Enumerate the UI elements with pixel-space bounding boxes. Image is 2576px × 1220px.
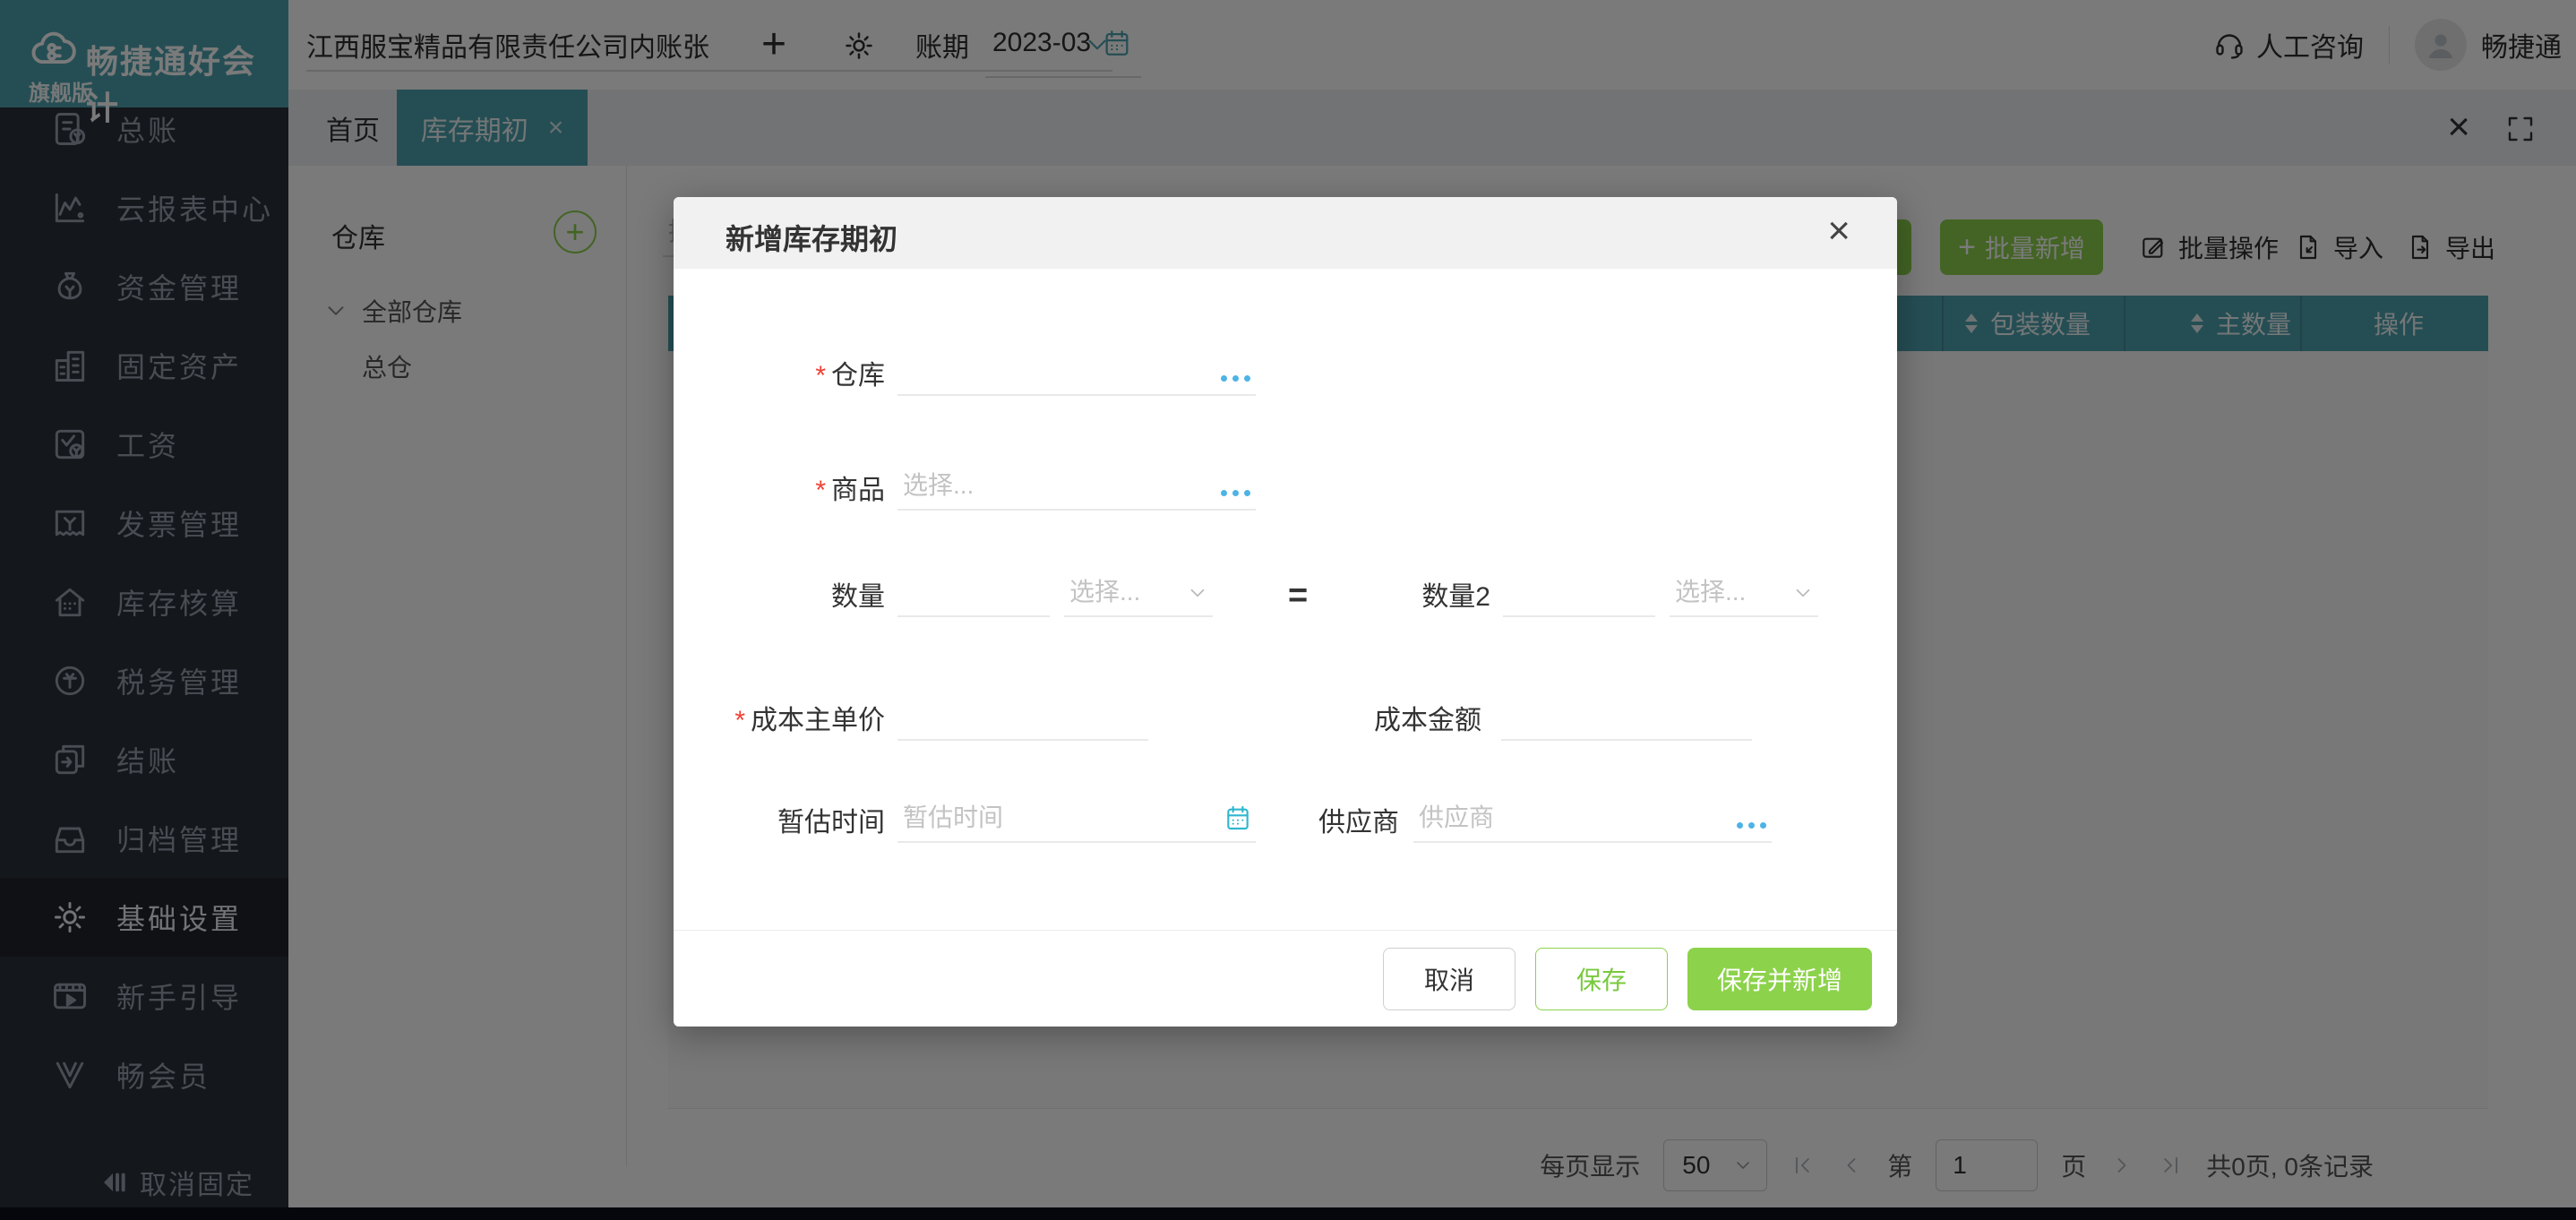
ellipsis-picker-icon[interactable] [1221, 375, 1250, 382]
save-button[interactable]: 保存 [1535, 947, 1668, 1010]
cost-price-field-label: * 成本主单价 [734, 706, 885, 735]
qty-input[interactable] [897, 572, 1050, 617]
cancel-button[interactable]: 取消 [1383, 947, 1516, 1010]
chevron-down-icon [1190, 589, 1205, 597]
est-time-placeholder: 暂估时间 [903, 803, 1004, 831]
modal-body: * 仓库 * 商品 选择... 数量 选择... = 数量2 选择... * 成… [674, 269, 1897, 930]
field-row-warehouse: * 仓库 [731, 348, 1861, 396]
calendar-icon[interactable] [1224, 803, 1252, 832]
cost-amount-field-label: 成本金额 [1374, 706, 1481, 735]
qty2-unit-placeholder: 选择... [1675, 578, 1747, 606]
required-asterisk: * [815, 361, 826, 391]
product-placeholder: 选择... [903, 471, 975, 499]
equals-sign: = [1288, 577, 1309, 614]
add-inventory-opening-modal: 新增库存期初 × * 仓库 * 商品 选择... 数量 选择... = 数量2 … [674, 197, 1897, 1027]
required-asterisk: * [734, 706, 745, 735]
qty2-input[interactable] [1503, 572, 1655, 617]
field-row-estimate: 暂估时间 暂估时间 供应商 供应商 [731, 795, 1861, 843]
warehouse-input[interactable] [897, 351, 1256, 396]
qty2-field-label: 数量2 [1421, 582, 1490, 612]
field-row-cost: * 成本主单价 成本金额 [731, 692, 1861, 741]
est-time-input[interactable]: 暂估时间 [897, 798, 1256, 843]
cost-price-input[interactable] [897, 696, 1148, 741]
modal-header: 新增库存期初 × [674, 197, 1897, 269]
chevron-down-icon [1796, 589, 1810, 597]
qty-field-label: 数量 [831, 582, 885, 612]
est-time-field-label: 暂估时间 [777, 808, 885, 838]
supplier-field-label: 供应商 [1318, 808, 1399, 838]
cost-amount-input[interactable] [1501, 696, 1752, 741]
qty2-unit-select[interactable]: 选择... [1670, 572, 1818, 617]
save-and-new-button[interactable]: 保存并新增 [1687, 947, 1872, 1010]
supplier-input[interactable]: 供应商 [1413, 798, 1772, 843]
ellipsis-picker-icon[interactable] [1221, 490, 1250, 496]
modal-close-icon[interactable]: × [1827, 210, 1850, 253]
required-asterisk: * [815, 476, 826, 505]
qty-unit-placeholder: 选择... [1069, 578, 1141, 606]
product-input[interactable]: 选择... [897, 466, 1256, 511]
ellipsis-picker-icon[interactable] [1737, 822, 1766, 829]
modal-footer: 取消 保存 保存并新增 [674, 930, 1897, 1027]
qty-unit-select[interactable]: 选择... [1064, 572, 1213, 617]
product-field-label: * 商品 [815, 476, 885, 505]
warehouse-field-label: * 仓库 [815, 361, 885, 391]
field-row-product: * 商品 选择... [731, 462, 1861, 511]
supplier-placeholder: 供应商 [1419, 803, 1495, 831]
field-row-quantity: 数量 选择... = 数量2 选择... [731, 569, 1861, 617]
modal-title: 新增库存期初 [726, 223, 898, 255]
